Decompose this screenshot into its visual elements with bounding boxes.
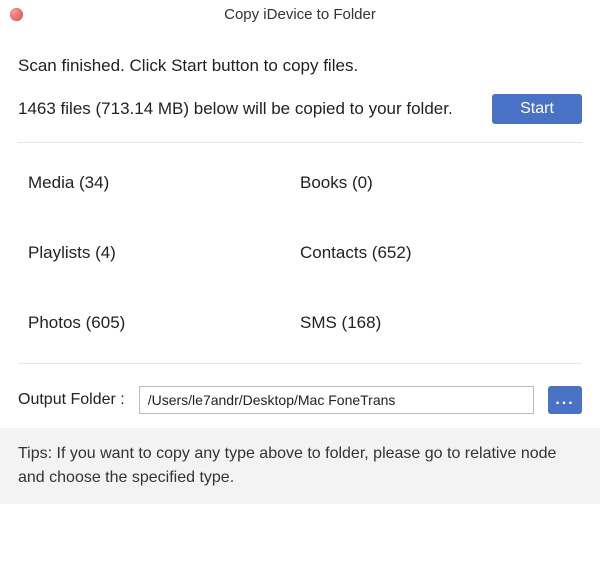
- category-contacts[interactable]: Contacts (652): [300, 243, 572, 263]
- window-title: Copy iDevice to Folder: [0, 6, 600, 23]
- output-folder-row: Output Folder : ...: [18, 364, 582, 428]
- output-folder-input[interactable]: [139, 386, 534, 414]
- browse-button[interactable]: ...: [548, 386, 582, 414]
- output-folder-label: Output Folder :: [18, 391, 125, 409]
- start-button[interactable]: Start: [492, 94, 582, 124]
- tips-bar: Tips: If you want to copy any type above…: [0, 428, 600, 504]
- content-area: Scan finished. Click Start button to cop…: [0, 28, 600, 428]
- categories-grid: Media (34) Books (0) Playlists (4) Conta…: [18, 143, 582, 363]
- scan-status-text: Scan finished. Click Start button to cop…: [18, 56, 582, 76]
- category-books[interactable]: Books (0): [300, 173, 572, 193]
- category-photos[interactable]: Photos (605): [28, 313, 300, 333]
- category-media[interactable]: Media (34): [28, 173, 300, 193]
- category-sms[interactable]: SMS (168): [300, 313, 572, 333]
- status-block: Scan finished. Click Start button to cop…: [18, 28, 582, 124]
- copy-line-row: 1463 files (713.14 MB) below will be cop…: [18, 94, 582, 124]
- titlebar: Copy iDevice to Folder: [0, 0, 600, 28]
- copy-summary-text: 1463 files (713.14 MB) below will be cop…: [18, 99, 453, 119]
- category-playlists[interactable]: Playlists (4): [28, 243, 300, 263]
